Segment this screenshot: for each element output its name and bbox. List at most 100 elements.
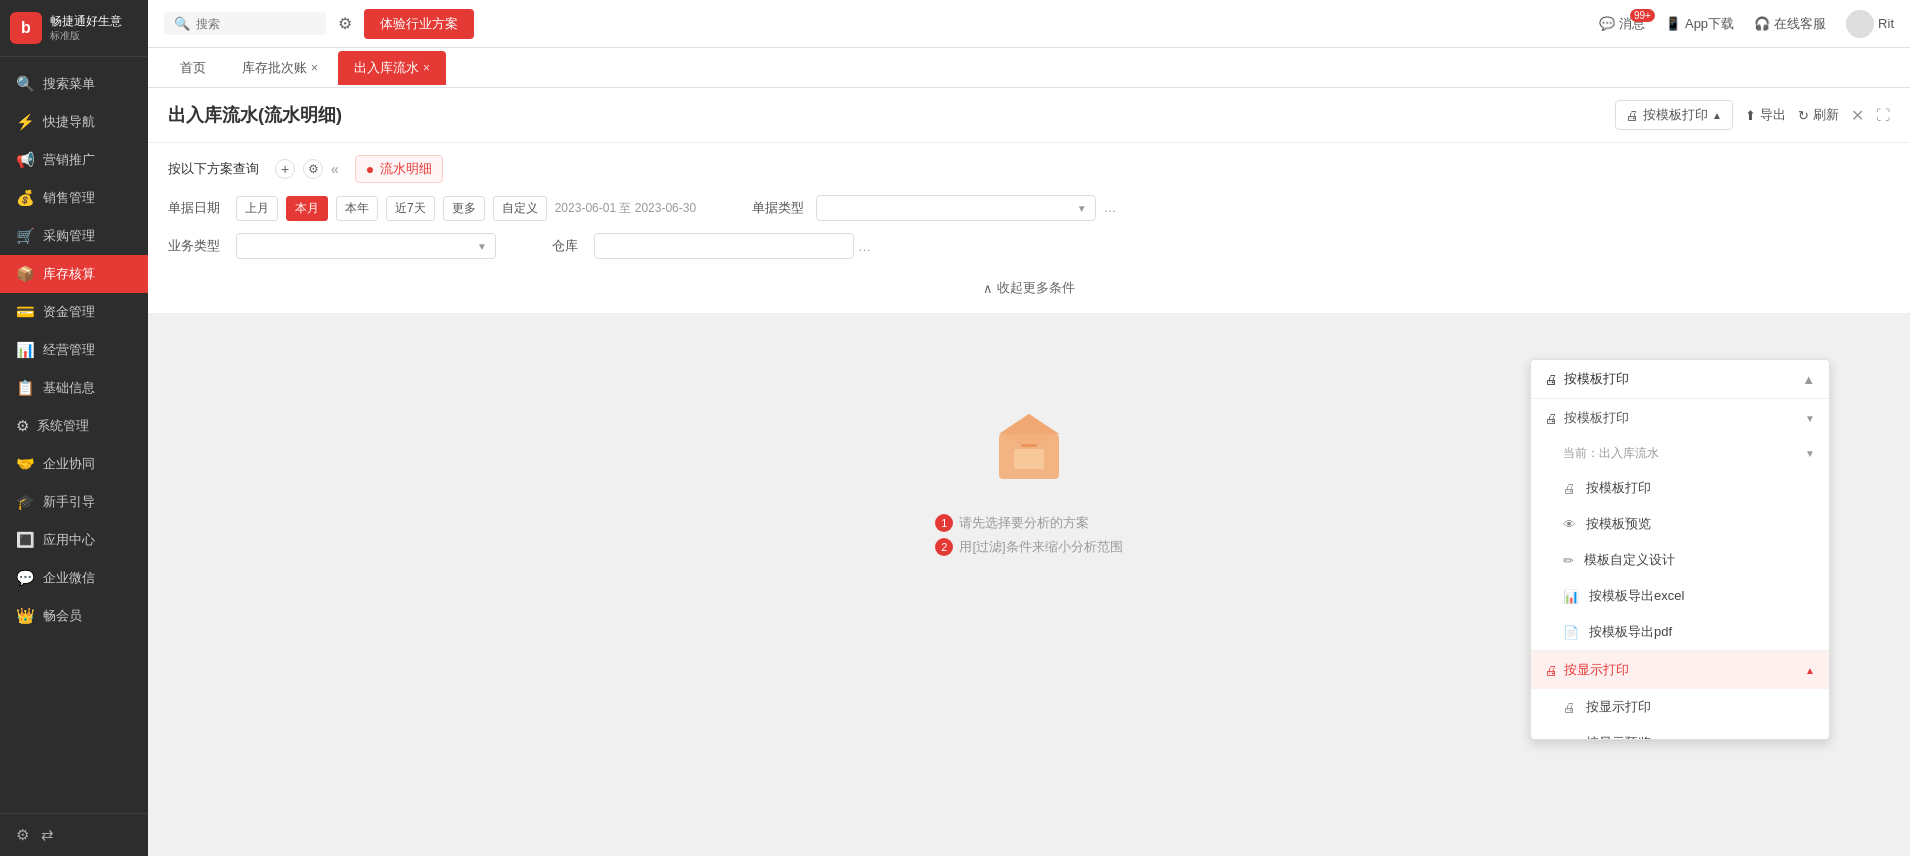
menu-footer-icon[interactable]: ⇄ bbox=[41, 826, 54, 844]
warehouse-field: 仓库 … bbox=[552, 233, 871, 259]
svg-rect-2 bbox=[1014, 449, 1044, 469]
tab-home[interactable]: 首页 bbox=[164, 51, 222, 85]
template-print-button[interactable]: 🖨 按模板打印 ▲ bbox=[1615, 100, 1733, 130]
sidebar-item-inventory[interactable]: 📦 库存核算 bbox=[0, 255, 148, 293]
dropdown-template-preview-item[interactable]: 👁 按模板预览 bbox=[1531, 506, 1829, 542]
sidebar-header: b 畅捷通好生意 标准版 bbox=[0, 0, 148, 57]
date-last7-button[interactable]: 近7天 bbox=[386, 196, 435, 221]
message-badge: 99+ bbox=[1630, 9, 1655, 22]
finance-nav-icon: 💳 bbox=[16, 303, 35, 321]
template-print-dropdown: 🖨 按模板打印 ▲ 🖨 按模板打印 ▼ bbox=[1530, 359, 1830, 740]
collapse-more-button[interactable]: ∧ 收起更多条件 bbox=[168, 271, 1890, 301]
dropdown-template-section: 🖨 按模板打印 ▼ 当前：出入库流水 ▼ 🖨 按模板打印 bbox=[1531, 399, 1829, 651]
close-flow-tab-icon[interactable]: × bbox=[423, 61, 430, 75]
empty-tips: 1 请先选择要分析的方案 2 用[过滤]条件来缩小分析范围 bbox=[935, 514, 1122, 562]
dropdown-template-print-item[interactable]: 🖨 按模板打印 bbox=[1531, 470, 1829, 506]
tabs-bar: 首页 库存批次账 × 出入库流水 × bbox=[148, 48, 1910, 88]
corp-nav-icon: 🤝 bbox=[16, 455, 35, 473]
template-print-item-icon: 🖨 bbox=[1563, 481, 1576, 496]
chevron-up-icon: ▲ bbox=[1712, 110, 1722, 121]
gear-icon[interactable]: ⚙ bbox=[338, 14, 352, 33]
sidebar-item-sales[interactable]: 💰 销售管理 bbox=[0, 179, 148, 217]
template-excel-icon: 📊 bbox=[1563, 589, 1579, 604]
dropdown-display-section: 🖨 按显示打印 ▲ 🖨 按显示打印 👁 按显示预览 bbox=[1531, 651, 1829, 739]
date-this-month-button[interactable]: 本月 bbox=[286, 196, 328, 221]
settings-footer-icon[interactable]: ⚙ bbox=[16, 826, 29, 844]
search-input[interactable] bbox=[196, 17, 316, 31]
sidebar-item-wechat[interactable]: 💬 企业微信 bbox=[0, 559, 148, 597]
warehouse-select[interactable] bbox=[594, 233, 854, 259]
sidebar: b 畅捷通好生意 标准版 🔍 搜索菜单 ⚡ 快捷导航 📢 营销推广 💰 销售管理… bbox=[0, 0, 148, 856]
filter-row-2: 单据日期 上月 本月 本年 近7天 更多 自定义 2023-06-01 至 20… bbox=[168, 195, 1890, 221]
sidebar-item-search[interactable]: 🔍 搜索菜单 bbox=[0, 65, 148, 103]
doc-type-label: 单据类型 bbox=[752, 200, 804, 215]
filter-actions: + ⚙ « bbox=[275, 159, 339, 179]
date-prev-month-button[interactable]: 上月 bbox=[236, 196, 278, 221]
close-batch-tab-icon[interactable]: × bbox=[311, 61, 318, 75]
template-section-chevron-icon: ▼ bbox=[1805, 413, 1815, 424]
message-button[interactable]: 💬 消息 99+ bbox=[1599, 15, 1645, 33]
warehouse-input-area: … bbox=[594, 233, 871, 259]
sales-nav-icon: 💰 bbox=[16, 189, 35, 207]
online-service-button[interactable]: 🎧 在线客服 bbox=[1754, 15, 1826, 33]
marketing-nav-icon: 📢 bbox=[16, 151, 35, 169]
warehouse-label: 仓库 bbox=[552, 237, 578, 255]
filter-chip[interactable]: ● 流水明细 bbox=[355, 155, 443, 183]
sidebar-item-finance[interactable]: 💳 资金管理 bbox=[0, 293, 148, 331]
vip-nav-icon: 👑 bbox=[16, 607, 35, 625]
display-section-header[interactable]: 🖨 按显示打印 ▲ bbox=[1531, 651, 1829, 689]
dropdown-template-custom-item[interactable]: ✏ 模板自定义设计 bbox=[1531, 542, 1829, 578]
sidebar-item-vip[interactable]: 👑 畅会员 bbox=[0, 597, 148, 635]
sidebar-nav: 🔍 搜索菜单 ⚡ 快捷导航 📢 营销推广 💰 销售管理 🛒 采购管理 📦 库存核… bbox=[0, 57, 148, 813]
sidebar-item-operation[interactable]: 📊 经营管理 bbox=[0, 331, 148, 369]
warehouse-more-icon[interactable]: … bbox=[858, 239, 871, 254]
dropdown-display-preview-item[interactable]: 👁 按显示预览 bbox=[1531, 725, 1829, 739]
dropdown-template-export-pdf-item[interactable]: 📄 按模板导出pdf bbox=[1531, 614, 1829, 650]
dropdown-display-print-item[interactable]: 🖨 按显示打印 bbox=[1531, 689, 1829, 725]
dropdown-template-export-excel-item[interactable]: 📊 按模板导出excel bbox=[1531, 578, 1829, 614]
filter-setting-button[interactable]: ⚙ bbox=[303, 159, 323, 179]
user-avatar-area[interactable]: Rit bbox=[1846, 10, 1894, 38]
expand-page-icon[interactable]: ⛶ bbox=[1876, 107, 1890, 123]
export-icon: ⬆ bbox=[1745, 108, 1756, 123]
sidebar-item-marketing[interactable]: 📢 营销推广 bbox=[0, 141, 148, 179]
display-section-icon: 🖨 bbox=[1545, 663, 1558, 678]
chevron-up-icon: ∧ bbox=[983, 281, 993, 296]
dropdown-scroll-area: 🖨 按模板打印 ▼ 当前：出入库流水 ▼ 🖨 按模板打印 bbox=[1531, 399, 1829, 739]
operation-nav-icon: 📊 bbox=[16, 341, 35, 359]
sidebar-item-apps[interactable]: 🔳 应用中心 bbox=[0, 521, 148, 559]
sidebar-item-purchase[interactable]: 🛒 采购管理 bbox=[0, 217, 148, 255]
template-section-header[interactable]: 🖨 按模板打印 ▼ bbox=[1531, 399, 1829, 437]
add-filter-button[interactable]: + bbox=[275, 159, 295, 179]
date-more-button[interactable]: 更多 bbox=[443, 196, 485, 221]
doc-type-select[interactable]: ▼ bbox=[816, 195, 1096, 221]
refresh-button[interactable]: ↻ 刷新 bbox=[1798, 106, 1839, 124]
filter-label: 按以下方案查询 bbox=[168, 160, 259, 178]
doc-type-more-icon[interactable]: … bbox=[1103, 200, 1116, 215]
industry-solution-button[interactable]: 体验行业方案 bbox=[364, 9, 474, 39]
chip-icon: ● bbox=[366, 161, 374, 177]
doc-type-chevron-icon: ▼ bbox=[1077, 203, 1087, 214]
close-page-icon[interactable]: ✕ bbox=[1851, 106, 1864, 125]
export-button[interactable]: ⬆ 导出 bbox=[1745, 106, 1786, 124]
sidebar-item-quick[interactable]: ⚡ 快捷导航 bbox=[0, 103, 148, 141]
date-custom-button[interactable]: 自定义 bbox=[493, 196, 547, 221]
sidebar-item-guide[interactable]: 🎓 新手引导 bbox=[0, 483, 148, 521]
empty-tip-2: 2 用[过滤]条件来缩小分析范围 bbox=[935, 538, 1122, 556]
doc-type-field: 单据类型 ▼ … bbox=[752, 195, 1116, 221]
tab-batch[interactable]: 库存批次账 × bbox=[226, 51, 334, 85]
collapse-filter-button[interactable]: « bbox=[331, 161, 339, 177]
purchase-nav-icon: 🛒 bbox=[16, 227, 35, 245]
tab-flow[interactable]: 出入库流水 × bbox=[338, 51, 446, 85]
dropdown-chevron-up-icon[interactable]: ▲ bbox=[1802, 372, 1815, 387]
search-nav-icon: 🔍 bbox=[16, 75, 35, 93]
sidebar-item-system[interactable]: ⚙ 系统管理 bbox=[0, 407, 148, 445]
sidebar-item-corp[interactable]: 🤝 企业协同 bbox=[0, 445, 148, 483]
date-this-year-button[interactable]: 本年 bbox=[336, 196, 378, 221]
business-type-select[interactable]: ▼ bbox=[236, 233, 496, 259]
app-download-button[interactable]: 📱 App下载 bbox=[1665, 15, 1734, 33]
date-field-label: 单据日期 bbox=[168, 199, 220, 217]
sidebar-item-basic[interactable]: 📋 基础信息 bbox=[0, 369, 148, 407]
topbar-right: 💬 消息 99+ 📱 App下载 🎧 在线客服 Rit bbox=[1599, 10, 1894, 38]
topbar-search-box[interactable]: 🔍 bbox=[164, 12, 326, 35]
